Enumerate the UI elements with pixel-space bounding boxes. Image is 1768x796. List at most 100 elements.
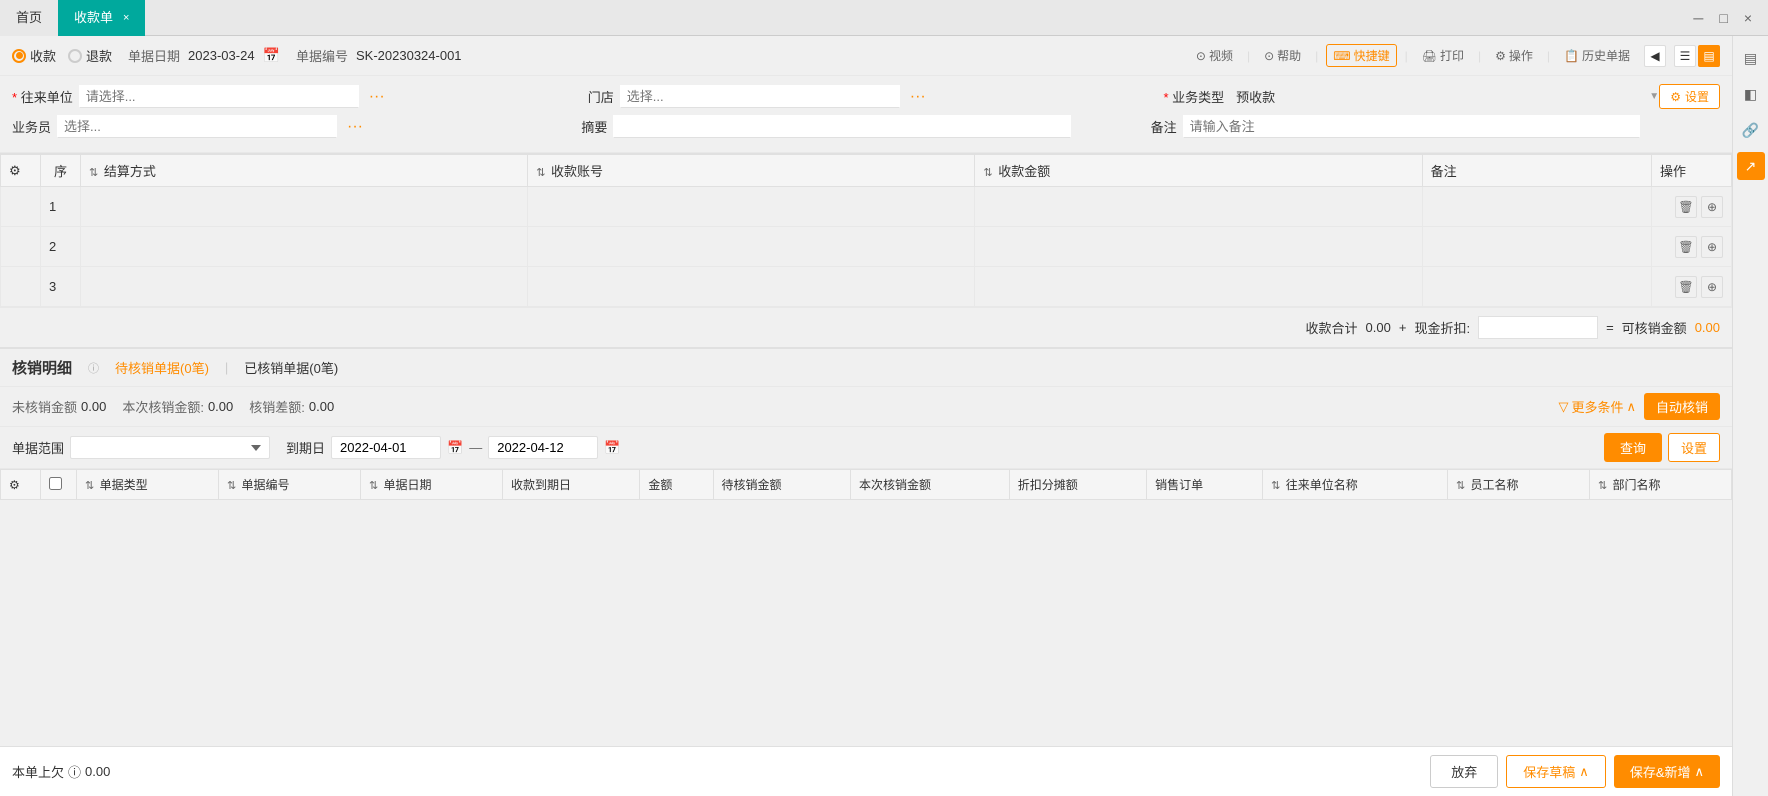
form-area: * 往来单位 ··· 门店 ··· * 业务类型 预收款 ▼	[0, 76, 1732, 153]
discount-input[interactable]	[1478, 316, 1598, 339]
row-1-copy-icon[interactable]: ⊕	[1701, 196, 1723, 218]
th-action: 操作	[1652, 155, 1732, 187]
minimize-button[interactable]: ─	[1689, 10, 1707, 26]
sidebar-table-icon[interactable]: ▤	[1737, 44, 1765, 72]
form-settings-button[interactable]: ⚙ 设置	[1659, 84, 1720, 109]
row-2-amount[interactable]	[975, 227, 1422, 267]
nth-settings[interactable]: ⚙	[1, 470, 41, 500]
biz-type-value: 预收款	[1230, 84, 1643, 109]
sidebar-layout-icon[interactable]: ◧	[1737, 80, 1765, 108]
row-1-account[interactable]	[528, 187, 975, 227]
radio-receive[interactable]: 收款	[12, 46, 56, 65]
row-3-delete-icon[interactable]: 🗑	[1675, 276, 1697, 298]
select-all-checkbox[interactable]	[49, 477, 62, 490]
save-new-button[interactable]: 保存&新增 ∧	[1614, 755, 1720, 788]
auto-cancel-button[interactable]: 自动核销	[1644, 393, 1720, 420]
store-input[interactable]	[620, 85, 900, 108]
filter-due-end-input[interactable]	[488, 436, 598, 459]
close-button[interactable]: ×	[1740, 10, 1756, 26]
filter-icon: ▽	[1558, 399, 1568, 415]
row-settings-cell	[1, 267, 41, 307]
nth-sales-order: 销售订单	[1147, 470, 1263, 500]
staff-more-icon[interactable]: ···	[343, 118, 367, 136]
shortcut-button[interactable]: ⌨ 快捷键	[1326, 44, 1396, 67]
video-button[interactable]: ⊙ 视频	[1190, 45, 1239, 66]
row-2-account[interactable]	[528, 227, 975, 267]
nuclear-tab-done[interactable]: 已核销单据(0笔)	[244, 358, 338, 377]
counterpart-input[interactable]	[79, 85, 359, 108]
row-2-remark[interactable]	[1422, 227, 1651, 267]
sidebar-expand-icon[interactable]: ↗	[1737, 152, 1765, 180]
nuclear-right-actions: ▽ 更多条件 ∧ 自动核销	[1558, 393, 1720, 420]
row-1-delete-icon[interactable]: 🗑	[1675, 196, 1697, 218]
available-value: 0.00	[1695, 320, 1720, 335]
save-draft-button[interactable]: 保存草稿 ∧	[1506, 755, 1606, 788]
row-3-copy-icon[interactable]: ⊕	[1701, 276, 1723, 298]
nuclear-info-icon[interactable]: ⓘ	[88, 360, 99, 376]
operation-button[interactable]: ⚙ 操作	[1489, 45, 1539, 66]
nth-counterpart: ⇅ 往来单位名称	[1263, 470, 1448, 500]
calendar-icon[interactable]: 📅	[263, 47, 280, 64]
save-new-chevron: ∧	[1694, 764, 1704, 780]
chevron-up-icon: ∧	[1626, 399, 1636, 415]
row-2-copy-icon[interactable]: ⊕	[1701, 236, 1723, 258]
sort-icon: ⇅	[89, 167, 98, 179]
filter-range-select[interactable]	[70, 436, 270, 459]
calendar-start-icon[interactable]: 📅	[447, 440, 463, 456]
save-draft-label: 保存草稿	[1523, 762, 1575, 781]
summary-input[interactable]	[613, 115, 1070, 138]
row-1-remark[interactable]	[1422, 187, 1651, 227]
toolbar-row: 收款 退款 单据日期 2023-03-24 📅 单据编号 SK-20230324…	[0, 36, 1732, 76]
operation-icon: ⚙	[1495, 49, 1506, 63]
view-grid[interactable]: ▤	[1698, 45, 1720, 67]
nuclear-tab-pending[interactable]: 待核销单据(0笔)	[115, 358, 209, 377]
row-2-settlement[interactable]	[81, 227, 528, 267]
more-conditions-button[interactable]: ▽ 更多条件 ∧	[1558, 397, 1636, 416]
abandon-button[interactable]: 放弃	[1430, 755, 1498, 788]
row-1-amount[interactable]	[975, 187, 1422, 227]
row-3-remark[interactable]	[1422, 267, 1651, 307]
sort-icon: ⇅	[227, 480, 236, 492]
nav-prev[interactable]: ◀	[1644, 45, 1666, 67]
help-button[interactable]: ⊙ 帮助	[1258, 45, 1307, 66]
row-3-settlement[interactable]	[81, 267, 528, 307]
store-more-icon[interactable]: ···	[906, 88, 930, 106]
history-button[interactable]: 📋 历史单据	[1558, 45, 1636, 66]
remark-input[interactable]	[1183, 115, 1640, 138]
nth-staff: ⇅ 员工名称	[1447, 470, 1589, 500]
filter-due-field: 到期日 📅 — 📅	[286, 436, 620, 459]
query-button[interactable]: 查询	[1604, 433, 1662, 462]
th-account: ⇅ 收款账号	[528, 155, 975, 187]
form-row-1: * 往来单位 ··· 门店 ··· * 业务类型 预收款 ▼	[12, 84, 1720, 109]
maximize-button[interactable]: □	[1715, 10, 1731, 26]
staff-input[interactable]	[57, 115, 337, 138]
row-2-delete-icon[interactable]: 🗑	[1675, 236, 1697, 258]
remark-label: 备注	[1151, 117, 1177, 136]
tab-close-icon[interactable]: ×	[123, 0, 129, 36]
th-remark: 备注	[1422, 155, 1651, 187]
row-1-settlement[interactable]	[81, 187, 528, 227]
filter-due-start-input[interactable]	[331, 436, 441, 459]
divider3: |	[1405, 49, 1408, 63]
table-row: 3 🗑 ⊕	[1, 267, 1732, 307]
total-value: 0.00	[1366, 320, 1391, 335]
nuclear-settings-button[interactable]: 设置	[1668, 433, 1720, 462]
calendar-end-icon[interactable]: 📅	[604, 440, 620, 456]
radio-refund-dot	[68, 49, 82, 63]
th-account-label: 收款账号	[551, 164, 603, 179]
tab-active[interactable]: 收款单 ×	[58, 0, 145, 36]
biz-type-dropdown-icon[interactable]: ▼	[1649, 91, 1659, 102]
divider5: |	[1547, 49, 1550, 63]
radio-refund[interactable]: 退款	[68, 46, 112, 65]
th-settings[interactable]: ⚙	[1, 155, 41, 187]
nth-doc-date: ⇅ 单据日期	[360, 470, 502, 500]
tab-home[interactable]: 首页	[0, 0, 58, 36]
uncancelled-label: 未核销金额	[12, 397, 77, 416]
view-list[interactable]: ☰	[1674, 45, 1696, 67]
counterpart-more-icon[interactable]: ···	[365, 88, 389, 106]
row-3-account[interactable]	[528, 267, 975, 307]
row-3-amount[interactable]	[975, 267, 1422, 307]
print-button[interactable]: 🖨 打印	[1416, 45, 1470, 66]
sidebar-link-icon[interactable]: 🔗	[1737, 116, 1765, 144]
info-icon[interactable]: ⓘ	[68, 762, 81, 781]
